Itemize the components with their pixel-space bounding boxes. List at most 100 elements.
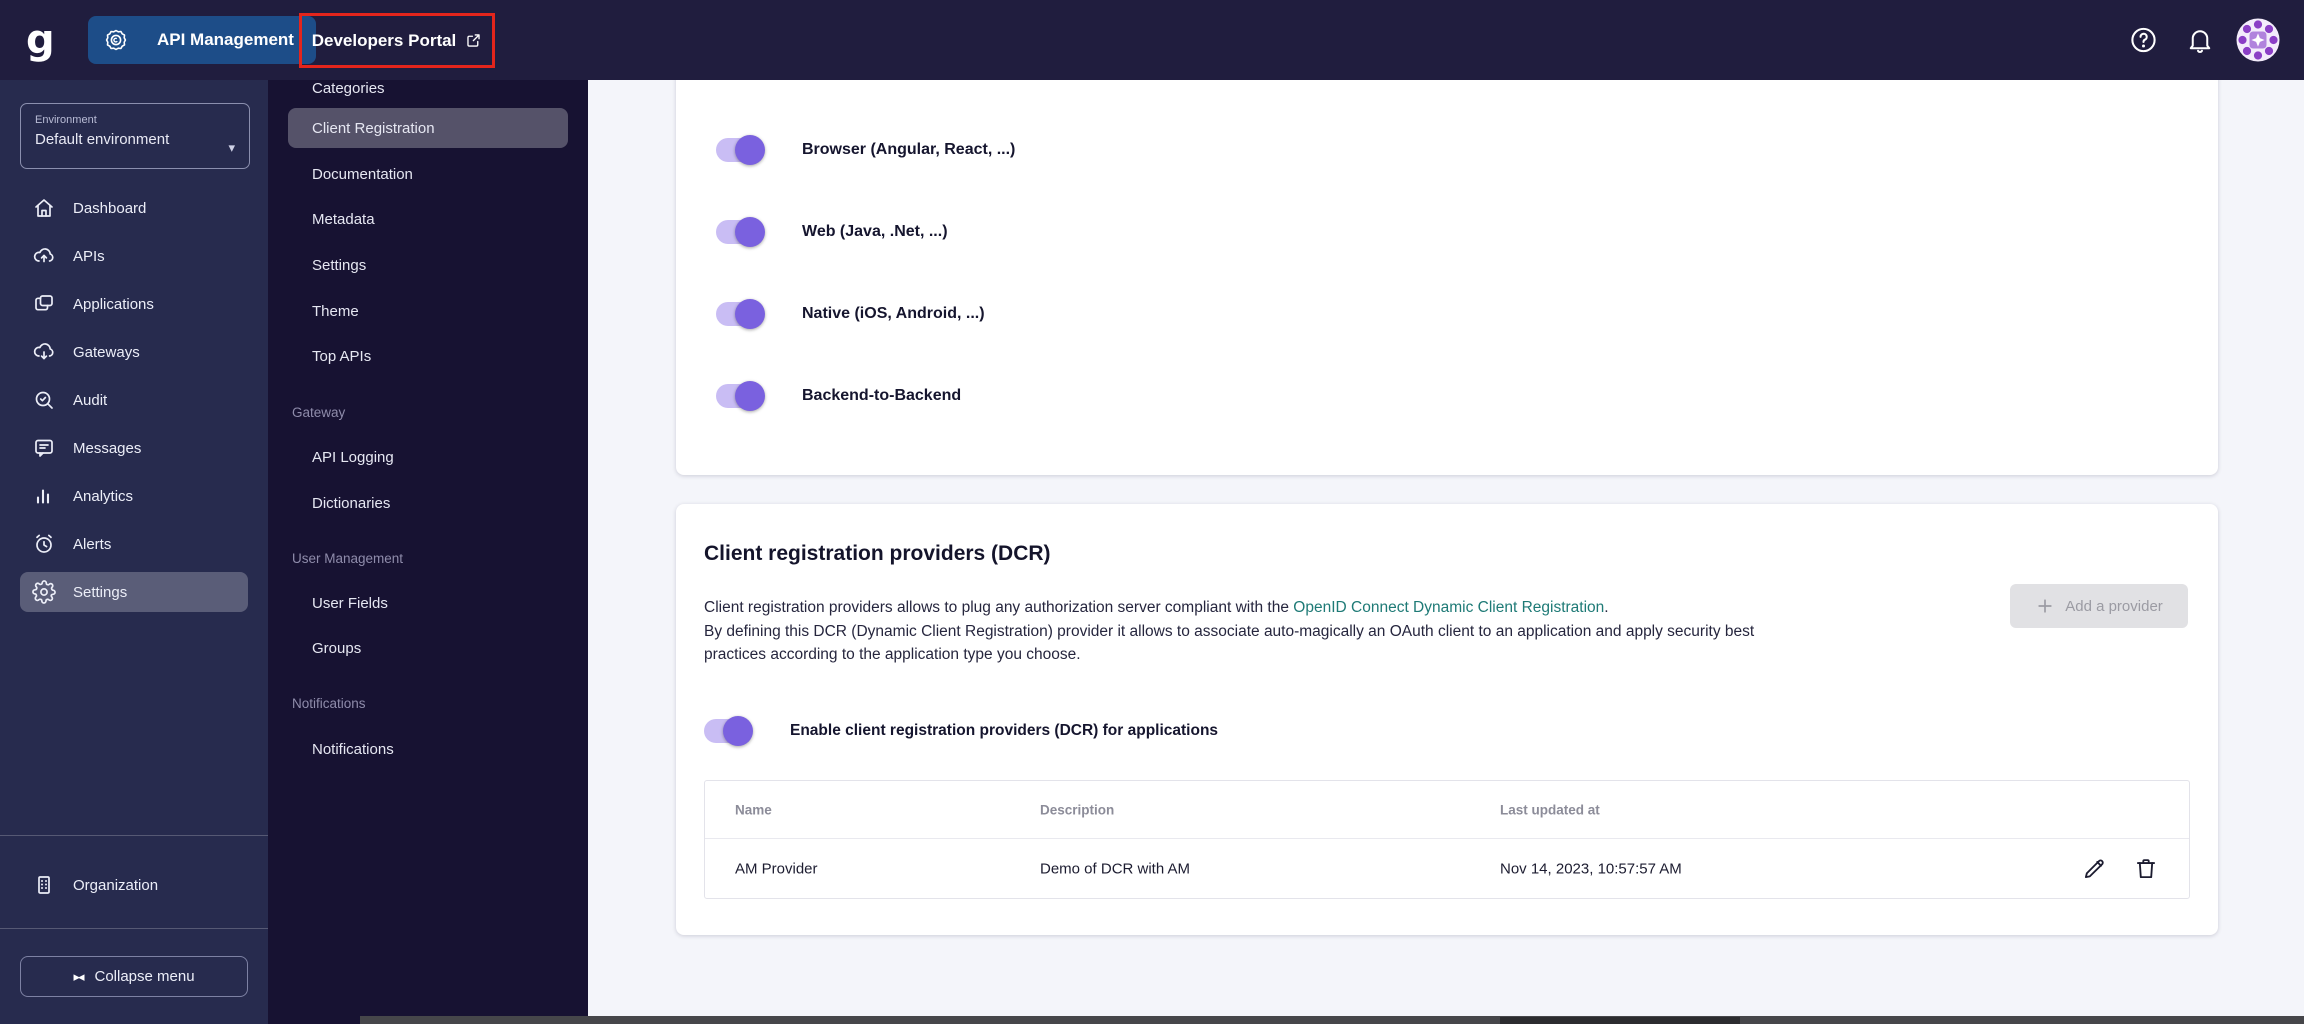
toggle-label: Backend-to-Backend (802, 387, 962, 404)
main-content: Browser (Angular, React, ...) Web (Java, … (588, 80, 2304, 1024)
provider-name: AM Provider (735, 860, 818, 878)
sidebar-item-dashboard[interactable]: Dashboard (20, 188, 248, 228)
dcr-desc-text: By defining this DCR (Dynamic Client Reg… (704, 622, 1755, 640)
column-header-name: Name (735, 802, 772, 817)
enable-dcr-toggle[interactable] (704, 716, 753, 746)
sidebar-item-label: Organization (73, 876, 159, 894)
toggle-backend-to-backend[interactable] (716, 381, 765, 411)
enable-dcr-toggle-label: Enable client registration providers (DC… (790, 722, 1219, 739)
submenu-item-settings[interactable]: Settings (288, 245, 568, 285)
sidebar-item-settings[interactable]: Settings (20, 572, 248, 612)
submenu-label: User Management (292, 550, 404, 566)
submenu-item-groups[interactable]: Groups (288, 628, 568, 668)
submenu-label: Notifications (292, 695, 366, 711)
dcr-providers-card: Client registration providers (DCR) Clie… (676, 504, 2218, 935)
sidebar-item-label: Messages (73, 439, 142, 457)
cloud-up-icon (32, 244, 56, 268)
environment-selector[interactable]: Environment Default environment ▾ (20, 103, 250, 169)
sidebar-item-label: Applications (73, 295, 154, 313)
submenu-label: Categories (312, 80, 385, 97)
toggle-browser-angular-react[interactable] (716, 135, 765, 165)
delete-trash-icon[interactable] (2133, 856, 2159, 882)
sidebar-item-organization[interactable]: Organization (20, 865, 248, 905)
submenu-label: Dictionaries (312, 494, 391, 512)
collapse-menu-button[interactable]: ▸◂ Collapse menu (20, 956, 248, 997)
home-icon (32, 196, 56, 220)
sidebar-item-label: Dashboard (73, 199, 147, 217)
providers-table-header: Name Description Last updated at (705, 781, 2189, 839)
sidebar-item-alerts[interactable]: Alerts (20, 524, 248, 564)
submenu-label: Client Registration (312, 119, 435, 137)
dcr-desc-text: . (1604, 599, 1609, 616)
submenu-section-gateway: Gateway (288, 398, 568, 426)
dcr-card-title: Client registration providers (DCR) (704, 542, 1051, 565)
dcr-desc-text: Client registration providers allows to … (704, 599, 1294, 616)
toggle-label: Web (Java, .Net, ...) (802, 223, 948, 240)
submenu-item-client-registration[interactable]: Client Registration (288, 108, 568, 148)
submenu-label: Gateway (292, 404, 346, 420)
application-types-card: Browser (Angular, React, ...) Web (Java, … (676, 80, 2218, 475)
sidebar-item-label: Settings (73, 583, 128, 601)
submenu-item-user-fields[interactable]: User Fields (288, 583, 568, 623)
user-avatar[interactable] (2236, 18, 2280, 62)
message-icon (32, 436, 56, 460)
developers-portal-label: Developers Portal (311, 30, 457, 50)
plus-icon (2035, 596, 2055, 616)
cloud-down-icon (32, 340, 56, 364)
app-type-toggle-row: Backend-to-Backend (716, 381, 961, 411)
submenu-label: Groups (312, 639, 362, 657)
edit-pencil-icon[interactable] (2081, 856, 2107, 882)
sidebar-item-label: Analytics (73, 487, 134, 505)
submenu-item-metadata[interactable]: Metadata (288, 199, 568, 239)
sidebar-item-label: Audit (73, 391, 108, 409)
submenu-item-api-logging[interactable]: API Logging (288, 437, 568, 477)
notifications-bell-icon[interactable] (2185, 25, 2215, 55)
submenu-item-documentation[interactable]: Documentation (288, 154, 568, 194)
sidebar-item-gateways[interactable]: Gateways (20, 332, 248, 372)
sidebar-item-analytics[interactable]: Analytics (20, 476, 248, 516)
chevron-down-icon: ▾ (228, 140, 235, 155)
toggle-label: Native (iOS, Android, ...) (802, 305, 985, 322)
add-provider-button[interactable]: Add a provider (2010, 584, 2188, 628)
sidebar-item-apis[interactable]: APIs (20, 236, 248, 276)
divider (0, 928, 268, 929)
submenu-item-dictionaries[interactable]: Dictionaries (288, 483, 568, 523)
sidebar-item-label: Alerts (73, 535, 112, 553)
building-icon (32, 873, 56, 897)
toggle-native-ios-android[interactable] (716, 299, 765, 329)
submenu-label: Documentation (312, 165, 413, 183)
submenu-item-top-apis[interactable]: Top APIs (288, 336, 568, 376)
submenu-label: Metadata (312, 210, 375, 228)
environment-value: Default environment (35, 131, 170, 148)
submenu-item-notifications[interactable]: Notifications (288, 729, 568, 769)
sidebar-item-audit[interactable]: Audit (20, 380, 248, 420)
openid-dcr-link[interactable]: OpenID Connect Dynamic Client Registrati… (1293, 599, 1604, 616)
background-window-edge (360, 1016, 2304, 1024)
gear-logo-icon (104, 28, 128, 52)
settings-submenu-sidebar: Categories Client Registration Documentati… (268, 80, 588, 1024)
audit-search-icon (32, 388, 56, 412)
table-row: AM Provider Demo of DCR with AM Nov 14, 20… (705, 839, 2189, 899)
toggle-web-java-net[interactable] (716, 217, 765, 247)
submenu-label: User Fields (312, 594, 388, 612)
submenu-item-theme[interactable]: Theme (288, 291, 568, 331)
environment-label: Environment (35, 114, 97, 126)
column-header-description: Description (1040, 802, 1115, 817)
submenu-label: Notifications (312, 740, 394, 758)
submenu-label: Settings (312, 256, 367, 274)
external-link-icon (465, 32, 482, 49)
developers-portal-link-annotated[interactable]: Developers Portal (299, 13, 495, 68)
sidebar-item-messages[interactable]: Messages (20, 428, 248, 468)
providers-table: Name Description Last updated at AM Prov… (704, 780, 2190, 899)
provider-description: Demo of DCR with AM (1040, 860, 1191, 878)
help-icon[interactable] (2128, 25, 2159, 56)
sidebar-item-applications[interactable]: Applications (20, 284, 248, 324)
toggle-label: Browser (Angular, React, ...) (802, 141, 1016, 158)
submenu-label: Theme (312, 302, 359, 320)
api-management-label: API Management (157, 30, 294, 49)
alarm-clock-icon (32, 532, 56, 556)
background-window-edge (1500, 1017, 1740, 1024)
bar-chart-icon (32, 484, 56, 508)
api-management-button[interactable]: API Management (88, 16, 316, 64)
submenu-item-categories[interactable]: Categories (288, 80, 568, 108)
